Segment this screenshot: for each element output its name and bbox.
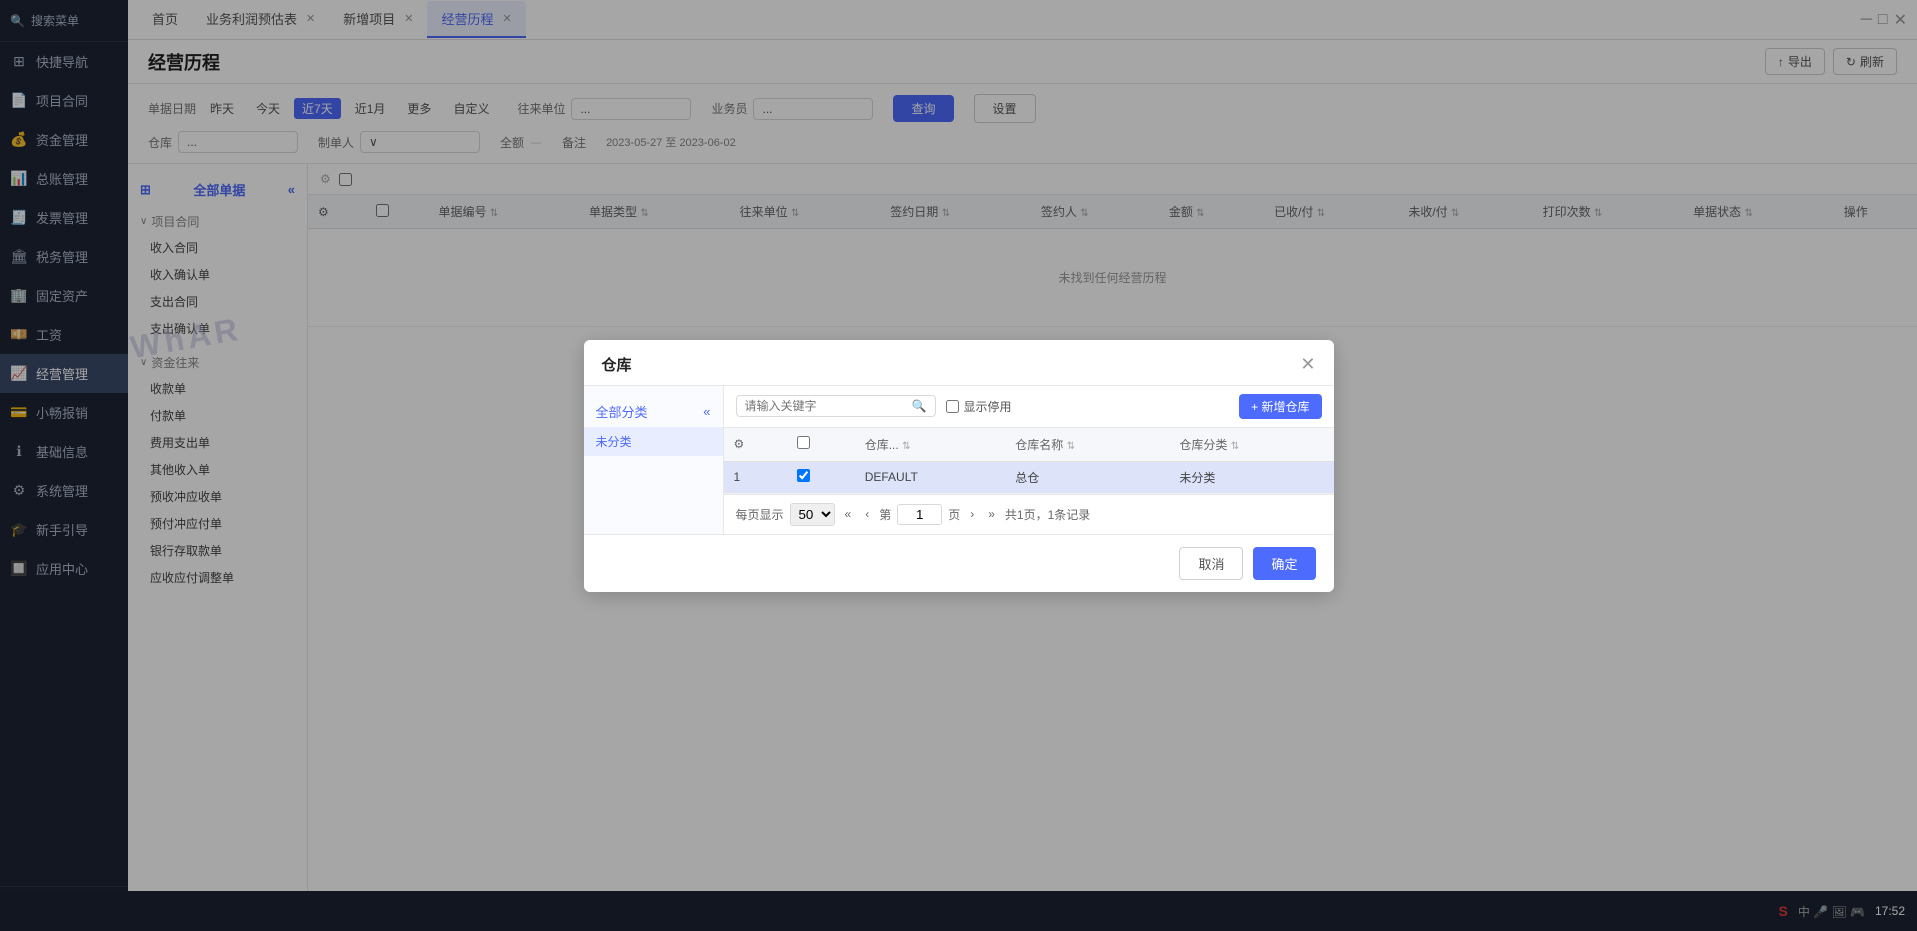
dialog-cancel-button[interactable]: 取消 bbox=[1179, 547, 1243, 580]
dialog-first-page[interactable]: « bbox=[841, 505, 856, 523]
dialog-body: 全部分类 « 未分类 🔍 bbox=[584, 386, 1334, 534]
dialog-toolbar: 🔍 显示停用 + 新增仓库 bbox=[724, 386, 1334, 428]
wh-header-checkbox[interactable] bbox=[797, 436, 810, 449]
dialog-main: 🔍 显示停用 + 新增仓库 ⚙ bbox=[724, 386, 1334, 534]
warehouse-table-header: ⚙ 仓库... ⇅ 仓库名称 ⇅ bbox=[724, 428, 1334, 462]
wh-row-name: 总仓 bbox=[1005, 461, 1169, 493]
dialog-per-page-label: 每页显示 bbox=[736, 506, 784, 523]
add-warehouse-button[interactable]: + 新增仓库 bbox=[1239, 394, 1321, 419]
wh-th-category[interactable]: 仓库分类 ⇅ bbox=[1169, 428, 1333, 462]
dialog-last-page[interactable]: » bbox=[984, 505, 999, 523]
wh-row-seq: 1 bbox=[724, 461, 787, 493]
dialog-table: ⚙ 仓库... ⇅ 仓库名称 ⇅ bbox=[724, 428, 1334, 494]
dialog-prev-page[interactable]: ‹ bbox=[861, 505, 873, 523]
wh-row-code: DEFAULT bbox=[855, 461, 1005, 493]
dialog-confirm-button[interactable]: 确定 bbox=[1253, 547, 1315, 580]
warehouse-dialog: 仓库 ✕ 全部分类 « 未分类 bbox=[584, 340, 1334, 592]
dialog-sidebar-collapse-icon[interactable]: « bbox=[703, 404, 710, 419]
table-row[interactable]: 1 DEFAULT 总仓 未分类 bbox=[724, 461, 1334, 493]
wh-row-category: 未分类 bbox=[1169, 461, 1333, 493]
dialog-close-icon[interactable]: ✕ bbox=[1300, 354, 1315, 375]
dialog-overlay: 仓库 ✕ 全部分类 « 未分类 bbox=[0, 0, 1917, 931]
wh-name-sort-icon: ⇅ bbox=[1067, 441, 1075, 452]
wh-code-sort-icon: ⇅ bbox=[902, 441, 910, 452]
wh-th-checkbox bbox=[787, 428, 855, 462]
show-disabled-text: 显示停用 bbox=[964, 398, 1012, 415]
wh-row-checkbox[interactable] bbox=[787, 461, 855, 493]
wh-category-sort-icon: ⇅ bbox=[1231, 441, 1239, 452]
dialog-pagination-bar: 每页显示 50 « ‹ 第 页 › » 共1页，1条记录 bbox=[724, 494, 1334, 534]
wh-th-category-label: 仓库分类 bbox=[1179, 438, 1227, 452]
wh-th-name[interactable]: 仓库名称 ⇅ bbox=[1005, 428, 1169, 462]
dialog-page-input[interactable] bbox=[897, 504, 942, 525]
dialog-sidebar-uncategorized-label: 未分类 bbox=[596, 435, 632, 449]
dialog-search-icon: 🔍 bbox=[912, 399, 927, 413]
dialog-page-label: 第 bbox=[879, 506, 891, 523]
wh-th-settings: ⚙ bbox=[724, 428, 787, 462]
dialog-sidebar-all[interactable]: 全部分类 « bbox=[584, 396, 723, 427]
dialog-title: 仓库 bbox=[602, 354, 632, 375]
dialog-actions: 取消 确定 bbox=[584, 534, 1334, 592]
wh-th-code-label: 仓库... bbox=[865, 438, 899, 452]
dialog-next-page[interactable]: › bbox=[966, 505, 978, 523]
dialog-total: 共1页，1条记录 bbox=[1005, 506, 1090, 523]
warehouse-table: ⚙ 仓库... ⇅ 仓库名称 ⇅ bbox=[724, 428, 1334, 494]
warehouse-table-body: 1 DEFAULT 总仓 未分类 bbox=[724, 461, 1334, 493]
dialog-sidebar: 全部分类 « 未分类 bbox=[584, 386, 724, 534]
dialog-page-suffix: 页 bbox=[948, 506, 960, 523]
wh-row-check[interactable] bbox=[797, 469, 810, 482]
dialog-sidebar-all-label: 全部分类 bbox=[596, 402, 648, 421]
show-disabled-label[interactable]: 显示停用 bbox=[946, 398, 1012, 415]
dialog-header: 仓库 ✕ bbox=[584, 340, 1334, 386]
dialog-search-input[interactable] bbox=[745, 399, 907, 413]
wh-th-code[interactable]: 仓库... ⇅ bbox=[855, 428, 1005, 462]
dialog-search-box: 🔍 bbox=[736, 395, 936, 417]
dialog-pagination: 每页显示 50 « ‹ 第 页 › » 共1页，1条记录 bbox=[736, 503, 1091, 526]
dialog-sidebar-uncategorized[interactable]: 未分类 bbox=[584, 427, 723, 456]
dialog-per-page-select[interactable]: 50 bbox=[790, 503, 835, 526]
show-disabled-checkbox[interactable] bbox=[946, 400, 959, 413]
wh-th-name-label: 仓库名称 bbox=[1015, 438, 1063, 452]
